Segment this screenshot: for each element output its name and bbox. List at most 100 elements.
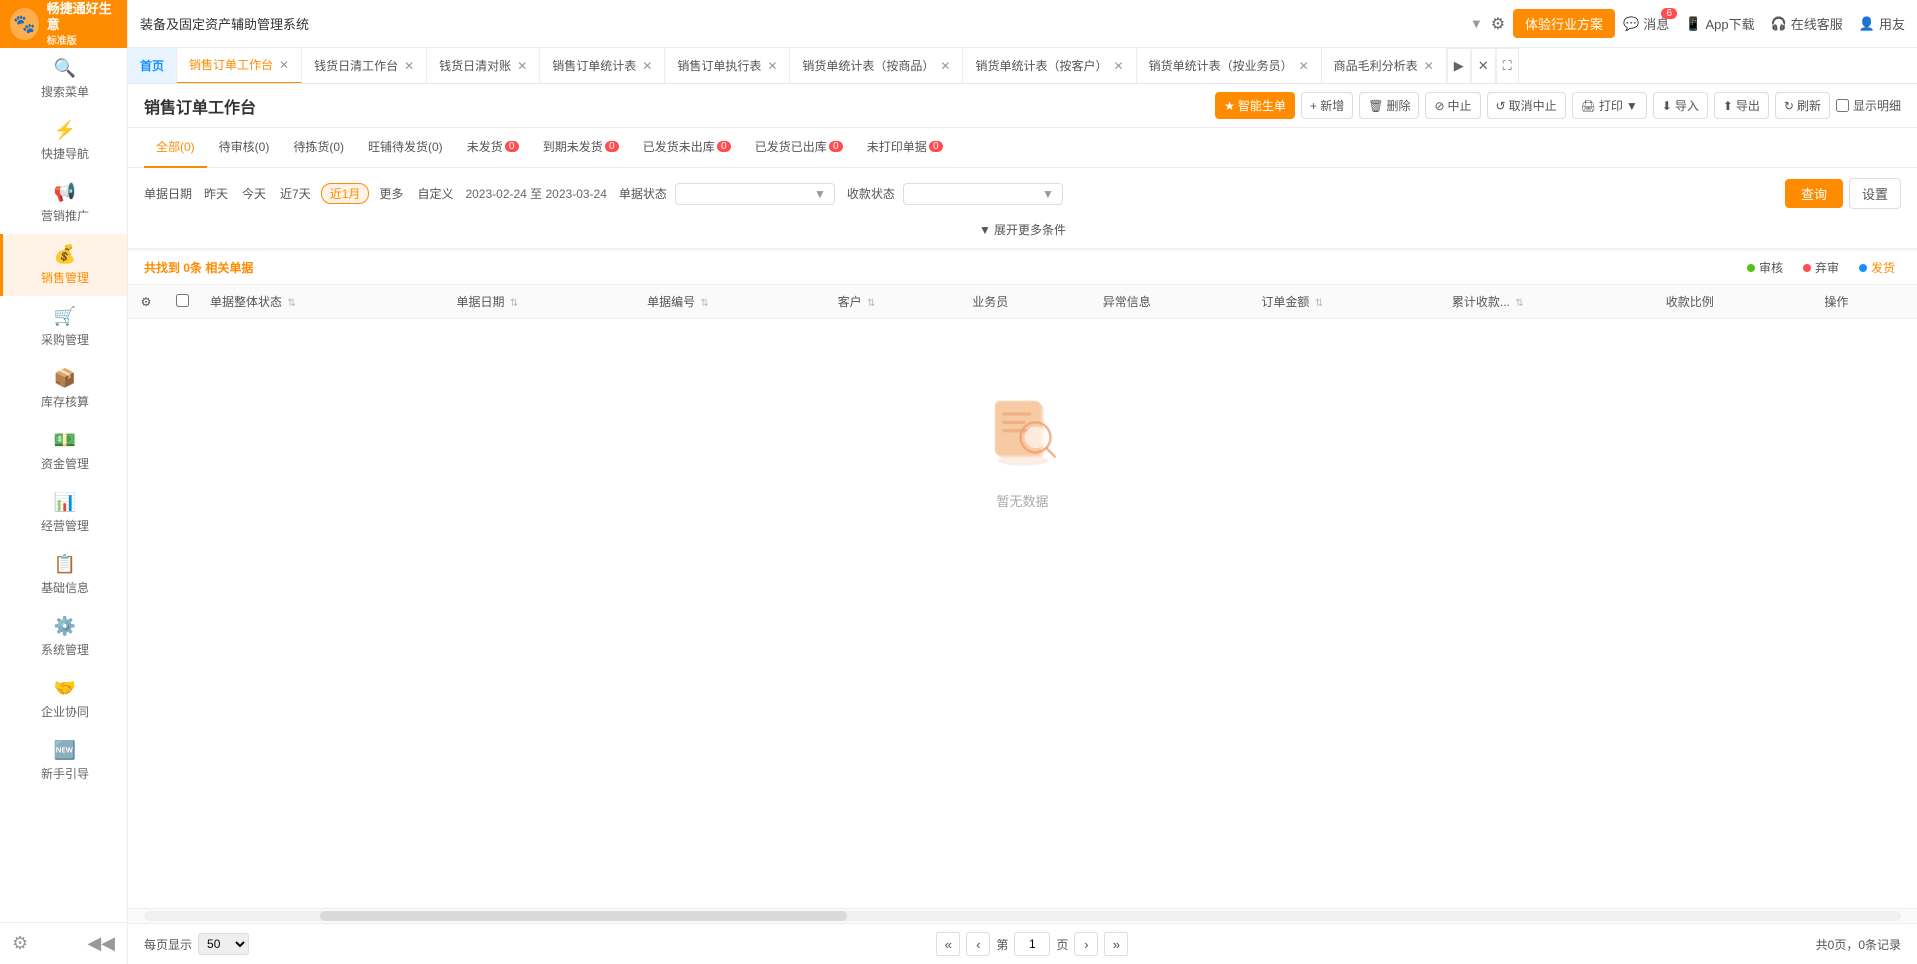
next-page-btn[interactable]: › [1074, 932, 1098, 956]
filter-tab-shipped-not-out[interactable]: 已发货未出库 0 [631, 128, 743, 168]
filter-tab-shipped-out[interactable]: 已发货已出库 0 [743, 128, 855, 168]
filter-tab-wangpu-ship[interactable]: 旺铺待发货(0) [356, 128, 455, 168]
sidebar-item-marketing[interactable]: 📢 营销推广 [0, 172, 127, 234]
date-range-display: 2023-02-24 至 2023-03-24 [465, 185, 606, 202]
import-btn[interactable]: ⬇ 导入 [1653, 92, 1708, 119]
dropdown-arrow-icon[interactable]: ▼ [1470, 16, 1483, 31]
th-amount-sort[interactable]: ⇅ [1315, 298, 1323, 309]
filter-tab-not-shipped[interactable]: 未发货 0 [455, 128, 531, 168]
tab-sales-stat-product-close[interactable]: ✕ [940, 59, 950, 73]
tab-sales-stat-product[interactable]: 销货单统计表（按商品） ✕ [790, 48, 963, 84]
payment-select[interactable]: ▼ [903, 183, 1063, 205]
date-filter-label: 单据日期 [144, 185, 192, 202]
tab-sales-order-stat-close[interactable]: ✕ [642, 59, 652, 73]
sidebar-item-purchase[interactable]: 🛒 采购管理 [0, 296, 127, 358]
page-input[interactable] [1014, 932, 1050, 956]
abort-btn[interactable]: ⊘ 中止 [1425, 92, 1480, 119]
user-btn[interactable]: 👤 用友 [1859, 14, 1905, 33]
tab-scroll-right[interactable]: ▶ [1447, 48, 1471, 84]
date-opt-today[interactable]: 今天 [238, 183, 270, 204]
th-date-sort[interactable]: ⇅ [510, 298, 518, 309]
sidebar-item-basic-info[interactable]: 📋 基础信息 [0, 544, 127, 606]
sidebar-item-operation[interactable]: 📊 经营管理 [0, 482, 127, 544]
refresh-btn[interactable]: ↻ 刷新 [1775, 92, 1830, 119]
export-btn[interactable]: ⬆ 导出 [1714, 92, 1769, 119]
filter-tab-pending-inspect[interactable]: 待拣货(0) [281, 128, 356, 168]
sidebar-collapse-icon[interactable]: ◀◀ [87, 933, 115, 954]
tab-cash-reconcile-close[interactable]: ✕ [517, 59, 527, 73]
filter-tab-pending-review[interactable]: 待审核(0) [207, 128, 282, 168]
sidebar-item-search[interactable]: 🔍 搜索菜单 [0, 48, 127, 110]
sidebar-item-sales[interactable]: 💰 销售管理 [0, 234, 127, 296]
online-service-btn[interactable]: 🎧 在线客服 [1771, 14, 1843, 33]
display-detail-checkbox[interactable] [1836, 99, 1849, 112]
tab-cash-daily[interactable]: 钱货日清工作台 ✕ [302, 48, 427, 84]
sidebar-settings-icon[interactable]: ⚙ [12, 933, 28, 954]
tab-gross-profit[interactable]: 商品毛利分析表 ✕ [1322, 48, 1447, 84]
settings-icon[interactable]: ⚙ [1491, 14, 1505, 34]
tab-close-all[interactable]: ✕ [1471, 48, 1496, 84]
th-collected-sort[interactable]: ⇅ [1515, 298, 1523, 309]
tab-fullscreen[interactable]: ⛶ [1496, 48, 1519, 84]
trial-btn[interactable]: 体验行业方案 [1513, 9, 1615, 38]
scroll-thumb[interactable] [320, 911, 847, 921]
set-btn[interactable]: 设置 [1849, 178, 1901, 209]
smart-create-btn[interactable]: ★ 智能生单 [1215, 92, 1295, 119]
horizontal-scrollbar[interactable] [128, 908, 1917, 923]
sidebar-item-guide[interactable]: 🆕 新手引导 [0, 730, 127, 792]
tab-gross-profit-close[interactable]: ✕ [1424, 59, 1434, 73]
th-setting[interactable]: ⚙ [128, 285, 164, 319]
date-opt-1month[interactable]: 近1月 [321, 183, 370, 204]
th-number-sort[interactable]: ⇅ [700, 298, 708, 309]
headset-icon: 🎧 [1771, 16, 1787, 32]
tab-cash-reconcile[interactable]: 钱货日清对账 ✕ [427, 48, 540, 84]
tab-sales-order-exec[interactable]: 销售订单执行表 ✕ [665, 48, 790, 84]
empty-state: 暂无数据 [128, 319, 1917, 570]
tab-sales-order-exec-close[interactable]: ✕ [767, 59, 777, 73]
cancel-abort-btn[interactable]: ↺ 取消中止 [1487, 92, 1566, 119]
ship-action-btn[interactable]: 发货 [1853, 257, 1901, 278]
page-label: 第 [996, 936, 1008, 953]
sidebar-item-corp[interactable]: 🤝 企业协同 [0, 668, 127, 730]
date-opt-more[interactable]: 更多 [375, 183, 407, 204]
print-dropdown-icon: ▼ [1626, 99, 1638, 113]
delete-btn[interactable]: 🗑 删除 [1359, 92, 1419, 119]
per-page-select[interactable]: 10 20 50 100 [198, 933, 249, 955]
review-action-btn[interactable]: 审核 [1741, 257, 1789, 278]
tab-cash-daily-close[interactable]: ✕ [404, 59, 414, 73]
app-download-btn[interactable]: 📱 App下载 [1685, 14, 1754, 33]
print-btn[interactable]: 🖨 打印 ▼ [1572, 92, 1647, 119]
tab-sales-stat-customer-close[interactable]: ✕ [1114, 59, 1124, 73]
unreview-action-btn[interactable]: 弃审 [1797, 257, 1845, 278]
th-status-sort[interactable]: ⇅ [287, 298, 295, 309]
th-customer-sort[interactable]: ⇅ [867, 298, 875, 309]
sidebar-item-sys-mgmt[interactable]: ⚙️ 系统管理 [0, 606, 127, 668]
filter-tab-all[interactable]: 全部(0) [144, 128, 207, 168]
tab-sales-order-workbench-close[interactable]: ✕ [279, 58, 289, 72]
messages-btn[interactable]: 💬 消息 6 [1623, 14, 1669, 33]
filter-tab-overdue-not-shipped[interactable]: 到期未发货 0 [531, 128, 631, 168]
tab-sales-order-workbench[interactable]: 销售订单工作台 ✕ [177, 48, 302, 84]
prev-page-btn[interactable]: ‹ [966, 932, 990, 956]
th-checkbox[interactable] [164, 285, 200, 319]
date-opt-yesterday[interactable]: 昨天 [200, 183, 232, 204]
sidebar-item-finance[interactable]: 💵 资金管理 [0, 420, 127, 482]
select-all-checkbox[interactable] [176, 294, 189, 307]
query-btn[interactable]: 查询 [1785, 179, 1843, 208]
tab-sales-stat-staff-close[interactable]: ✕ [1299, 59, 1309, 73]
status-select[interactable]: ▼ [675, 183, 835, 205]
tab-sales-order-stat[interactable]: 销售订单统计表 ✕ [540, 48, 665, 84]
new-btn[interactable]: + 新增 [1301, 92, 1353, 119]
filter-tab-not-printed[interactable]: 未打印单据 0 [855, 128, 955, 168]
tab-sales-stat-customer[interactable]: 销货单统计表（按客户） ✕ [963, 48, 1136, 84]
sidebar-item-quick-nav[interactable]: ⚡ 快捷导航 [0, 110, 127, 172]
tab-home[interactable]: 首页 [128, 48, 177, 84]
first-page-btn[interactable]: « [936, 932, 960, 956]
sidebar-item-inventory[interactable]: 📦 库存核算 [0, 358, 127, 420]
expand-conditions-btn[interactable]: ▼ 展开更多条件 [979, 221, 1066, 238]
date-opt-7days[interactable]: 近7天 [276, 183, 315, 204]
last-page-btn[interactable]: » [1104, 932, 1128, 956]
date-opt-custom[interactable]: 自定义 [413, 183, 457, 204]
tab-sales-stat-staff[interactable]: 销货单统计表（按业务员） ✕ [1137, 48, 1322, 84]
tab-sales-order-exec-label: 销售订单执行表 [677, 57, 761, 74]
